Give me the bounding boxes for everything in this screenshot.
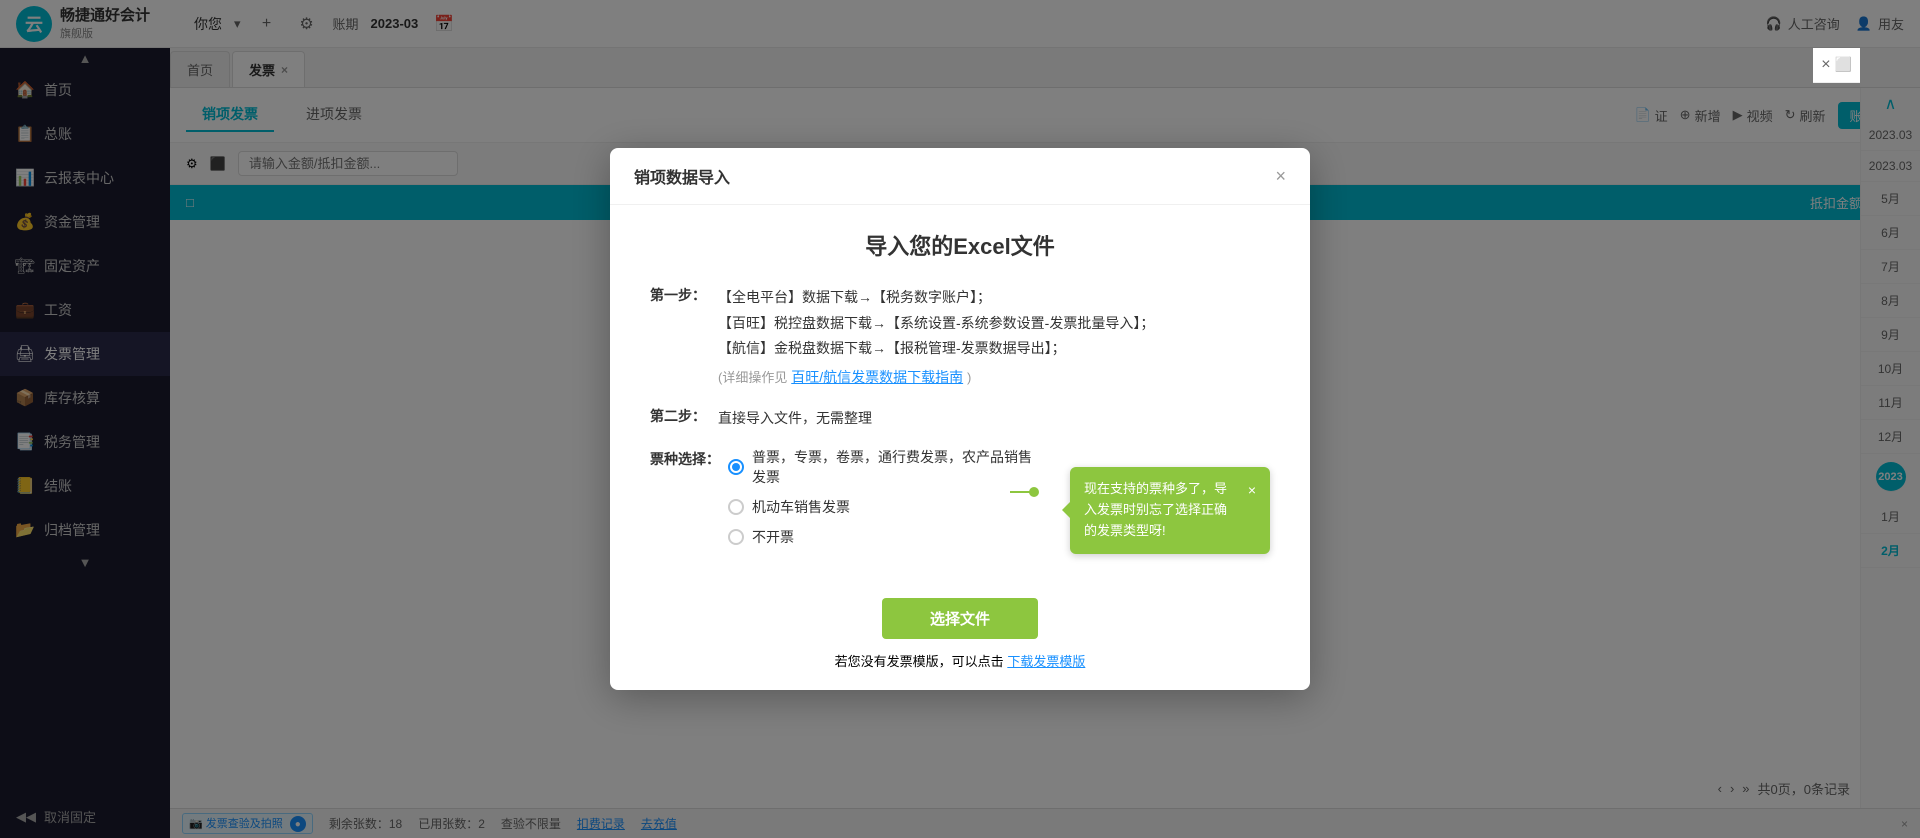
window-controls: × ⬜ — [1813, 48, 1860, 83]
ticket-option-vehicle[interactable]: 机动车销售发票 — [728, 497, 1032, 517]
modal-header: 销项数据导入 × — [610, 148, 1310, 205]
step1-content: 【全电平台】数据下载→【税务数字账户】； 【百旺】税控盘数据下载→【系统设置-系… — [718, 285, 1154, 390]
modal-main-title: 导入您的Excel文件 — [650, 229, 1270, 261]
modal-body: 导入您的Excel文件 第一步： 【全电平台】数据下载→【税务数字账户】； 【百… — [610, 205, 1310, 581]
step1-guide-link[interactable]: 百旺/航信发票数据下载指南 — [791, 369, 963, 385]
modal-title: 销项数据导入 — [634, 164, 730, 188]
modal-close-button[interactable]: × — [1275, 167, 1286, 185]
step2-content: 直接导入文件，无需整理 — [718, 406, 872, 431]
step1-line2: 【百旺】税控盘数据下载→【系统设置-系统参数设置-发票批量导入】； — [718, 311, 1154, 336]
step1-line1: 【全电平台】数据下载→【税务数字账户】； — [718, 285, 1154, 310]
radio-circle-none — [728, 529, 744, 545]
ticket-radio-group: 普票，专票，卷票，通行费发票，农产品销售发票 机动车销售发票 不开票 — [728, 447, 1032, 547]
step1-link-row: (详细操作见 百旺/航信发票数据下载指南 ) — [718, 365, 1154, 390]
ticket-option-none[interactable]: 不开票 — [728, 527, 1032, 547]
radio-dot-normal — [732, 463, 740, 471]
ticket-select-row: 票种选择： 普票，专票，卷票，通行费发票，农产品销售发票 机动车销售发票 — [650, 447, 1270, 553]
window-maximize-icon[interactable]: ⬜ — [1835, 56, 1852, 74]
ticket-label-vehicle: 机动车销售发票 — [752, 497, 850, 517]
radio-circle-normal — [728, 459, 744, 475]
radio-circle-vehicle — [728, 499, 744, 515]
step1-label: 第一步： — [650, 285, 710, 305]
window-close-icon[interactable]: × — [1821, 56, 1830, 74]
tooltip-text: 现在支持的票种多了，导入发票时别忘了选择正确的发票类型呀! — [1084, 481, 1227, 538]
ticket-label-normal: 普票，专票，卷票，通行费发票，农产品销售发票 — [752, 447, 1032, 487]
tooltip-dot — [1029, 487, 1039, 497]
import-modal: 销项数据导入 × 导入您的Excel文件 第一步： 【全电平台】数据下载→【税务… — [610, 148, 1310, 689]
ticket-option-normal[interactable]: 普票，专票，卷票，通行费发票，农产品销售发票 — [728, 447, 1032, 487]
download-template-link[interactable]: 下载发票模版 — [1007, 654, 1085, 669]
tooltip-bubble: × 现在支持的票种多了，导入发票时别忘了选择正确的发票类型呀! — [1070, 467, 1270, 553]
ticket-label-none: 不开票 — [752, 527, 794, 547]
tooltip-close-button[interactable]: × — [1248, 479, 1256, 501]
step2-row: 第二步： 直接导入文件，无需整理 — [650, 406, 1270, 431]
step1-row: 第一步： 【全电平台】数据下载→【税务数字账户】； 【百旺】税控盘数据下载→【系… — [650, 285, 1270, 390]
step1-line3: 【航信】金税盘数据下载→【报税管理-发票数据导出】； — [718, 336, 1154, 361]
tooltip-line — [1010, 491, 1030, 493]
step2-label: 第二步： — [650, 406, 710, 426]
step1-link-suffix: ) — [967, 370, 971, 385]
step1-link-prefix: (详细操作见 — [718, 370, 787, 385]
download-hint-row: 若您没有发票模版，可以点击 下载发票模版 — [835, 651, 1086, 670]
select-file-button[interactable]: 选择文件 — [882, 598, 1038, 639]
modal-footer: 选择文件 若您没有发票模版，可以点击 下载发票模版 — [610, 582, 1310, 690]
ticket-label: 票种选择： — [650, 447, 720, 469]
tooltip-container: × 现在支持的票种多了，导入发票时别忘了选择正确的发票类型呀! — [1040, 447, 1270, 553]
tooltip-connector — [1010, 487, 1039, 497]
modal-overlay[interactable]: 销项数据导入 × 导入您的Excel文件 第一步： 【全电平台】数据下载→【税务… — [0, 0, 1920, 838]
download-hint-text: 若您没有发票模版，可以点击 — [835, 654, 1004, 669]
